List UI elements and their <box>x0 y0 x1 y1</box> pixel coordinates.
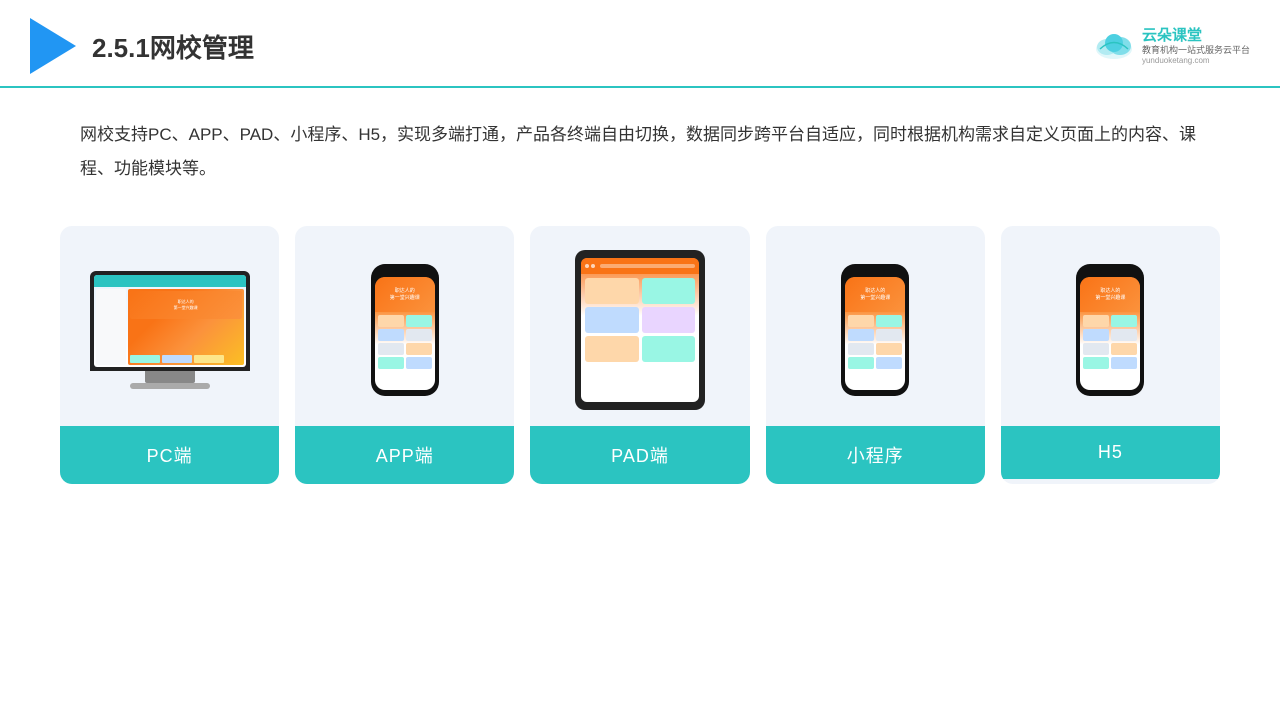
header-right: 云朵课堂 教育机构一站式服务云平台 yunduoketang.com <box>1092 27 1250 65</box>
pad-tablet-outer <box>575 250 705 410</box>
miniprogram-phone-mockup: 职达人的第一堂兴趣课 <box>841 264 909 396</box>
pc-device-mockup: 职达人的第一堂兴趣课 <box>90 271 250 389</box>
devices-section: 职达人的第一堂兴趣课 <box>0 206 1280 504</box>
app-label: APP端 <box>295 426 514 484</box>
device-card-pad: PAD端 <box>530 226 749 484</box>
h5-phone-outer: 职达人的第一堂兴趣课 <box>1076 264 1144 396</box>
pc-label: PC端 <box>60 426 279 484</box>
device-card-miniprogram: 职达人的第一堂兴趣课 <box>766 226 985 484</box>
app-image-area: 职达人的第一堂兴趣课 <box>295 226 514 426</box>
h5-label: H5 <box>1001 426 1220 479</box>
brand-logo: 云朵课堂 教育机构一站式服务云平台 yunduoketang.com <box>1092 27 1250 65</box>
miniprogram-label: 小程序 <box>766 426 985 484</box>
pad-image-area <box>530 226 749 426</box>
miniprogram-image-area: 职达人的第一堂兴趣课 <box>766 226 985 426</box>
brand-tagline: 教育机构一站式服务云平台 <box>1142 45 1250 56</box>
h5-phone-mockup: 职达人的第一堂兴趣课 <box>1076 264 1144 396</box>
miniprogram-phone-outer: 职达人的第一堂兴趣课 <box>841 264 909 396</box>
description-text: 网校支持PC、APP、PAD、小程序、H5，实现多端打通，产品各终端自由切换，数… <box>0 88 1280 206</box>
pc-image-area: 职达人的第一堂兴趣课 <box>60 226 279 426</box>
app-phone-outer: 职达人的第一堂兴趣课 <box>371 264 439 396</box>
header-left: 2.5.1网校管理 <box>30 18 254 74</box>
app-phone-mockup: 职达人的第一堂兴趣课 <box>371 264 439 396</box>
pad-label: PAD端 <box>530 426 749 484</box>
pc-screen-outer: 职达人的第一堂兴趣课 <box>90 271 250 371</box>
pad-tablet-mockup <box>575 250 705 410</box>
cloud-icon <box>1092 31 1136 61</box>
h5-image-area: 职达人的第一堂兴趣课 <box>1001 226 1220 426</box>
device-card-h5: 职达人的第一堂兴趣课 <box>1001 226 1220 484</box>
brand-url: yunduoketang.com <box>1142 56 1210 65</box>
device-card-app: 职达人的第一堂兴趣课 <box>295 226 514 484</box>
brand-text: 云朵课堂 教育机构一站式服务云平台 yunduoketang.com <box>1142 27 1250 65</box>
logo-triangle-icon <box>30 18 76 74</box>
pc-screen-inner: 职达人的第一堂兴趣课 <box>94 275 246 367</box>
page-title: 2.5.1网校管理 <box>92 28 254 65</box>
page-header: 2.5.1网校管理 云朵课堂 教育机构一站式服务云平台 yunduoketang… <box>0 0 1280 88</box>
device-card-pc: 职达人的第一堂兴趣课 <box>60 226 279 484</box>
brand-name: 云朵课堂 <box>1142 27 1202 45</box>
